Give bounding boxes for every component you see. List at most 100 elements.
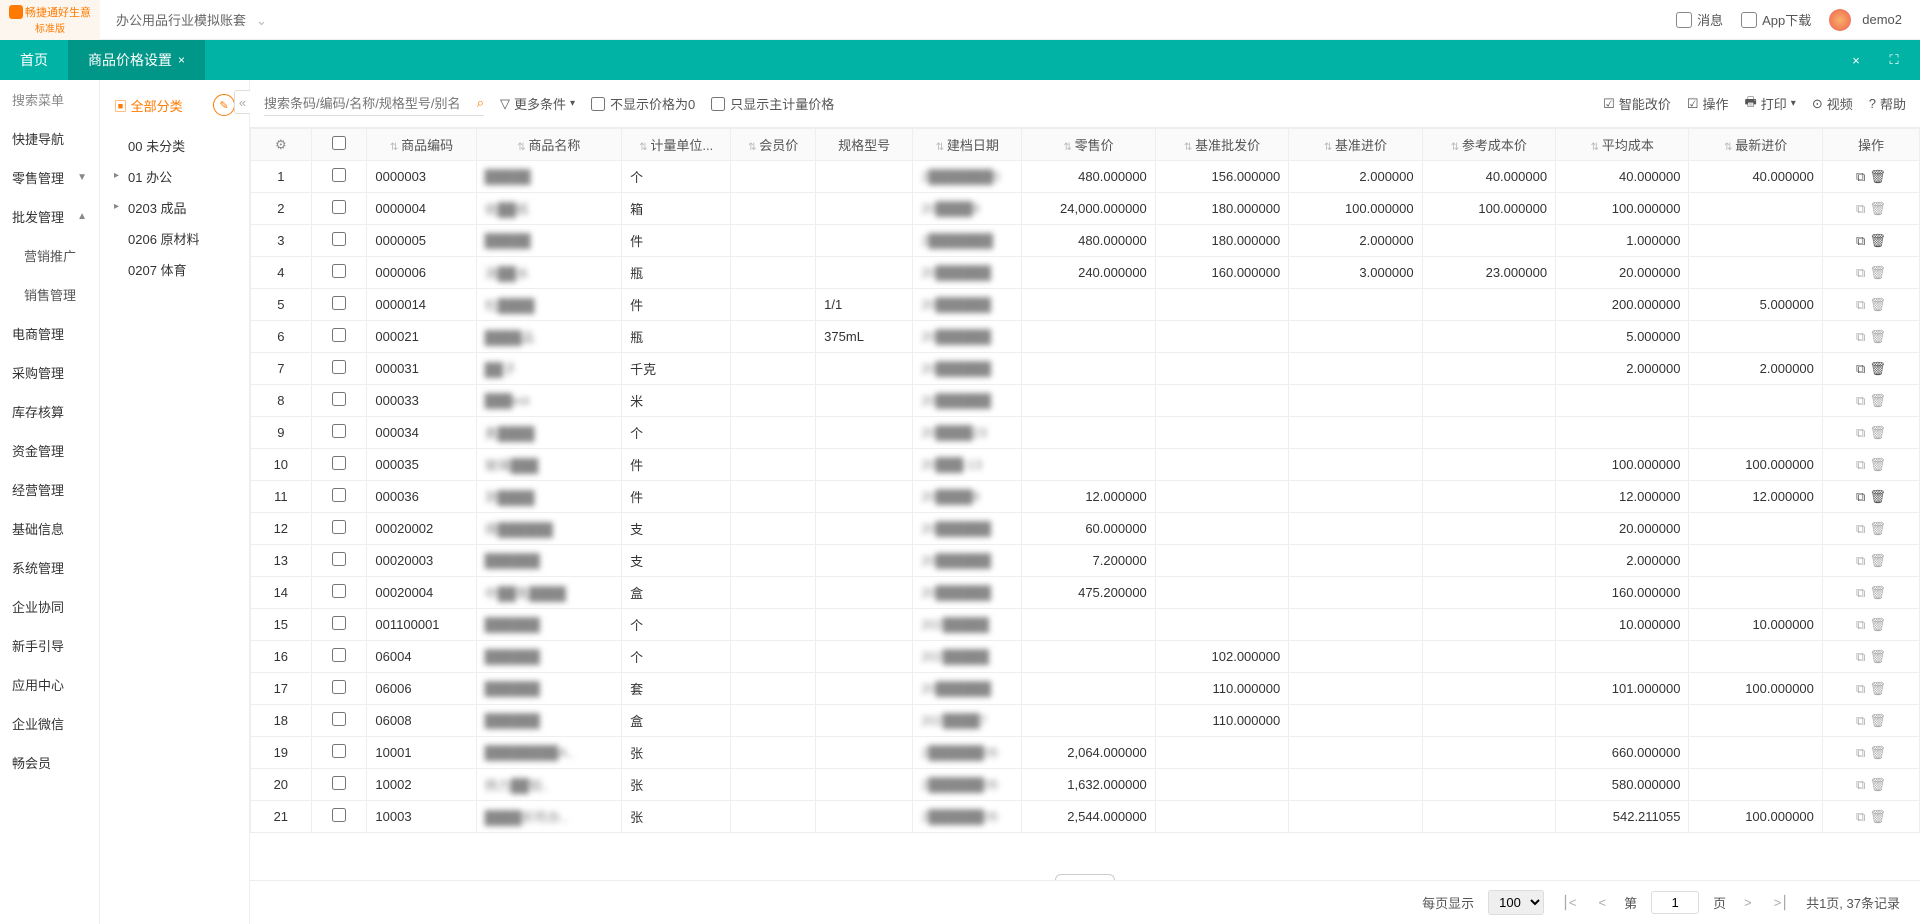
- copy-icon[interactable]: ⧉: [1856, 585, 1865, 600]
- table-row[interactable]: 10000003█████个2███████0480.000000156.000…: [251, 161, 1920, 193]
- table-row[interactable]: 30000005█████件2███████480.000000180.0000…: [251, 225, 1920, 257]
- row-checkbox[interactable]: [332, 456, 346, 470]
- category-item[interactable]: 0206 原材料: [108, 223, 241, 254]
- table-row[interactable]: 1200020002得██████支20██████60.00000020.00…: [251, 513, 1920, 545]
- copy-icon[interactable]: ⧉: [1856, 713, 1865, 728]
- table-row[interactable]: 6000021████品瓶375mL20██████5.000000⧉🗑: [251, 321, 1920, 353]
- col-avgcost[interactable]: 平均成本: [1556, 129, 1689, 161]
- nav-search[interactable]: 搜索菜单: [0, 80, 99, 119]
- row-checkbox[interactable]: [332, 520, 346, 534]
- table-row[interactable]: 11000036测████件20████812.00000012.0000001…: [251, 481, 1920, 513]
- page-input[interactable]: [1651, 891, 1699, 914]
- select-all-checkbox[interactable]: [332, 136, 346, 150]
- video-button[interactable]: ⊙ 视频: [1812, 94, 1853, 113]
- delete-icon[interactable]: 🗑: [1869, 425, 1886, 440]
- more-filters[interactable]: ▽ 更多条件 ▾: [500, 94, 575, 113]
- row-checkbox[interactable]: [332, 200, 346, 214]
- table-row[interactable]: 15001100001██████个202█████10.00000010.00…: [251, 609, 1920, 641]
- copy-icon[interactable]: ⧉: [1856, 745, 1865, 760]
- row-checkbox[interactable]: [332, 328, 346, 342]
- copy-icon[interactable]: ⧉: [1856, 617, 1865, 632]
- first-page-icon[interactable]: ⎮<: [1558, 895, 1580, 911]
- row-checkbox[interactable]: [332, 776, 346, 790]
- col-date[interactable]: 建档日期: [913, 129, 1022, 161]
- table-row[interactable]: 9000034奥████个20████23⧉🗑: [251, 417, 1920, 449]
- nav-item[interactable]: 库存核算: [0, 392, 99, 431]
- delete-icon[interactable]: 🗑: [1869, 169, 1886, 184]
- delete-icon[interactable]: 🗑: [1869, 617, 1886, 632]
- print-button[interactable]: 🖶 打印 ▾: [1745, 93, 1796, 115]
- copy-icon[interactable]: ⧉: [1856, 489, 1865, 504]
- category-item[interactable]: 00 未分类: [108, 130, 241, 161]
- messages-link[interactable]: 消息: [1676, 10, 1723, 29]
- smart-edit-button[interactable]: ☑ 智能改价: [1603, 94, 1671, 113]
- category-all[interactable]: ▣ 全部分类: [114, 96, 183, 115]
- edit-icon[interactable]: ✎: [213, 94, 235, 116]
- col-spec[interactable]: 规格型号: [816, 129, 913, 161]
- user-menu[interactable]: demo2: [1829, 9, 1902, 31]
- col-unit[interactable]: 计量单位...: [622, 129, 731, 161]
- delete-icon[interactable]: 🗑: [1869, 393, 1886, 408]
- row-checkbox[interactable]: [332, 488, 346, 502]
- col-refcost[interactable]: 参考成本价: [1422, 129, 1555, 161]
- table-row[interactable]: 10000035玻璃███件20███-13100.000000100.0000…: [251, 449, 1920, 481]
- table-row[interactable]: 1606004██████个202█████102.000000⧉🗑: [251, 641, 1920, 673]
- copy-icon[interactable]: ⧉: [1856, 233, 1865, 248]
- table-row[interactable]: 40000006消██水瓶20██████240.000000160.00000…: [251, 257, 1920, 289]
- delete-icon[interactable]: 🗑: [1869, 521, 1886, 536]
- row-checkbox[interactable]: [332, 232, 346, 246]
- category-item[interactable]: ▸01 办公: [108, 161, 241, 192]
- copy-icon[interactable]: ⧉: [1856, 169, 1865, 184]
- nav-item[interactable]: 营销推广: [0, 236, 99, 275]
- col-code[interactable]: 商品编码: [367, 129, 476, 161]
- nav-item[interactable]: 批发管理▲: [0, 197, 99, 236]
- copy-icon[interactable]: ⧉: [1856, 425, 1865, 440]
- col-purchase[interactable]: 基准进价: [1289, 129, 1422, 161]
- delete-icon[interactable]: 🗑: [1869, 233, 1886, 248]
- delete-icon[interactable]: 🗑: [1869, 201, 1886, 216]
- copy-icon[interactable]: ⧉: [1856, 777, 1865, 792]
- table-row[interactable]: 1300020003██████支20██████7.2000002.00000…: [251, 545, 1920, 577]
- copy-icon[interactable]: ⧉: [1856, 329, 1865, 344]
- delete-icon[interactable]: 🗑: [1869, 745, 1886, 760]
- nav-item[interactable]: 采购管理: [0, 353, 99, 392]
- row-checkbox[interactable]: [332, 424, 346, 438]
- category-item[interactable]: 0207 体育: [108, 254, 241, 285]
- search-icon[interactable]: ⌕: [477, 95, 484, 111]
- row-checkbox[interactable]: [332, 648, 346, 662]
- delete-icon[interactable]: 🗑: [1869, 649, 1886, 664]
- delete-icon[interactable]: 🗑: [1869, 457, 1886, 472]
- row-checkbox[interactable]: [332, 680, 346, 694]
- delete-icon[interactable]: 🗑: [1869, 329, 1886, 344]
- nav-item[interactable]: 企业微信: [0, 704, 99, 743]
- copy-icon[interactable]: ⧉: [1856, 521, 1865, 536]
- help-button[interactable]: ? 帮助: [1869, 94, 1906, 113]
- delete-icon[interactable]: 🗑: [1869, 713, 1886, 728]
- table-row[interactable]: 1806008██████盒202████7110.000000⧉🗑: [251, 705, 1920, 737]
- next-page-icon[interactable]: >: [1740, 895, 1756, 910]
- copy-icon[interactable]: ⧉: [1856, 553, 1865, 568]
- fullscreen-icon[interactable]: ⛶: [1880, 52, 1908, 68]
- copy-icon[interactable]: ⧉: [1856, 681, 1865, 696]
- delete-icon[interactable]: 🗑: [1869, 553, 1886, 568]
- row-checkbox[interactable]: [332, 584, 346, 598]
- col-member[interactable]: 会员价: [731, 129, 816, 161]
- row-checkbox[interactable]: [332, 392, 346, 406]
- hide-zero-checkbox[interactable]: 不显示价格为0: [591, 94, 695, 113]
- delete-icon[interactable]: 🗑: [1869, 361, 1886, 376]
- close-icon[interactable]: ×: [178, 53, 185, 67]
- delete-icon[interactable]: 🗑: [1869, 809, 1886, 824]
- col-latest[interactable]: 最新进价: [1689, 129, 1822, 161]
- nav-item[interactable]: 销售管理: [0, 275, 99, 314]
- delete-icon[interactable]: 🗑: [1869, 585, 1886, 600]
- copy-icon[interactable]: ⧉: [1856, 393, 1865, 408]
- row-checkbox[interactable]: [332, 616, 346, 630]
- prev-page-icon[interactable]: <: [1594, 895, 1610, 910]
- delete-icon[interactable]: 🗑: [1869, 777, 1886, 792]
- nav-item[interactable]: 经营管理: [0, 470, 99, 509]
- ops-button[interactable]: ☑ 操作: [1687, 94, 1729, 113]
- nav-item[interactable]: 企业协同: [0, 587, 99, 626]
- last-page-icon[interactable]: >⎮: [1770, 895, 1792, 911]
- table-row[interactable]: 1910001████████A..张2██████052,064.000000…: [251, 737, 1920, 769]
- collapse-panel-icon[interactable]: «: [234, 90, 250, 114]
